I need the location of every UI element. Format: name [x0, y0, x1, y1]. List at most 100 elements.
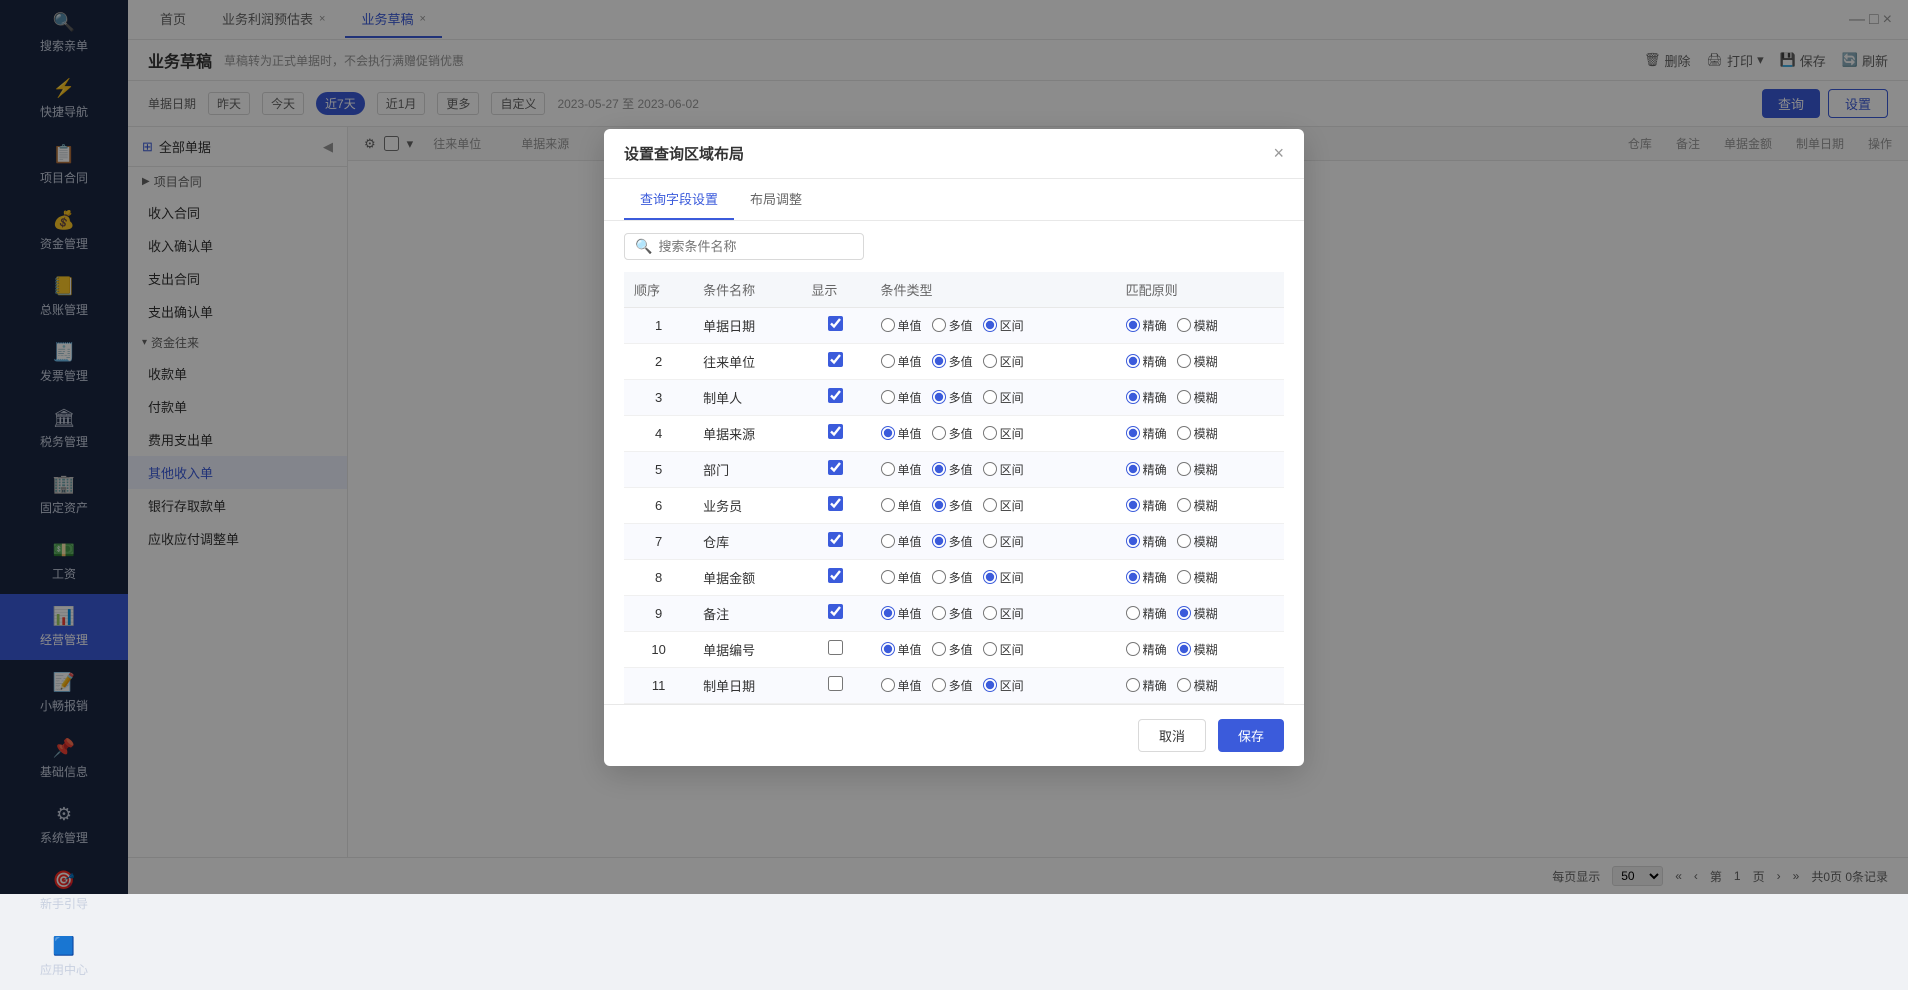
radio-range[interactable]: [983, 606, 997, 620]
radio-label-fuzzy[interactable]: 模糊: [1177, 677, 1218, 694]
radio-fuzzy[interactable]: [1177, 534, 1191, 548]
radio-multi[interactable]: [932, 390, 946, 404]
radio-single[interactable]: [881, 570, 895, 584]
radio-range[interactable]: [983, 570, 997, 584]
radio-label-single[interactable]: 单值: [881, 569, 922, 586]
radio-label-fuzzy[interactable]: 模糊: [1177, 569, 1218, 586]
radio-label-single[interactable]: 单值: [881, 389, 922, 406]
radio-exact[interactable]: [1126, 642, 1140, 656]
radio-label-range[interactable]: 区间: [983, 533, 1024, 550]
radio-label-fuzzy[interactable]: 模糊: [1177, 533, 1218, 550]
radio-multi[interactable]: [932, 498, 946, 512]
radio-label-multi[interactable]: 多值: [932, 497, 973, 514]
radio-single[interactable]: [881, 642, 895, 656]
cancel-button[interactable]: 取消: [1138, 719, 1206, 752]
radio-range[interactable]: [983, 318, 997, 332]
display-checkbox[interactable]: [828, 604, 843, 619]
display-checkbox[interactable]: [828, 640, 843, 655]
sidebar-item-apps[interactable]: 🟦 应用中心: [0, 924, 128, 990]
radio-label-multi[interactable]: 多值: [932, 389, 973, 406]
radio-single[interactable]: [881, 390, 895, 404]
radio-label-range[interactable]: 区间: [983, 461, 1024, 478]
radio-single[interactable]: [881, 498, 895, 512]
display-checkbox[interactable]: [828, 532, 843, 547]
radio-fuzzy[interactable]: [1177, 462, 1191, 476]
radio-label-fuzzy[interactable]: 模糊: [1177, 317, 1218, 334]
radio-single[interactable]: [881, 354, 895, 368]
display-checkbox[interactable]: [828, 496, 843, 511]
radio-label-range[interactable]: 区间: [983, 425, 1024, 442]
radio-multi[interactable]: [932, 678, 946, 692]
radio-label-exact[interactable]: 精确: [1126, 641, 1167, 658]
radio-single[interactable]: [881, 678, 895, 692]
radio-range[interactable]: [983, 678, 997, 692]
radio-label-single[interactable]: 单值: [881, 497, 922, 514]
radio-label-multi[interactable]: 多值: [932, 677, 973, 694]
radio-fuzzy[interactable]: [1177, 498, 1191, 512]
radio-label-range[interactable]: 区间: [983, 389, 1024, 406]
display-checkbox[interactable]: [828, 424, 843, 439]
radio-range[interactable]: [983, 642, 997, 656]
radio-label-single[interactable]: 单值: [881, 353, 922, 370]
radio-label-multi[interactable]: 多值: [932, 569, 973, 586]
radio-label-fuzzy[interactable]: 模糊: [1177, 353, 1218, 370]
radio-label-multi[interactable]: 多值: [932, 641, 973, 658]
radio-fuzzy[interactable]: [1177, 606, 1191, 620]
radio-single[interactable]: [881, 462, 895, 476]
display-checkbox[interactable]: [828, 460, 843, 475]
radio-label-single[interactable]: 单值: [881, 533, 922, 550]
radio-label-range[interactable]: 区间: [983, 641, 1024, 658]
radio-exact[interactable]: [1126, 426, 1140, 440]
radio-fuzzy[interactable]: [1177, 390, 1191, 404]
radio-exact[interactable]: [1126, 678, 1140, 692]
radio-label-fuzzy[interactable]: 模糊: [1177, 425, 1218, 442]
radio-label-single[interactable]: 单值: [881, 425, 922, 442]
radio-label-exact[interactable]: 精确: [1126, 497, 1167, 514]
radio-exact[interactable]: [1126, 534, 1140, 548]
radio-label-range[interactable]: 区间: [983, 569, 1024, 586]
radio-multi[interactable]: [932, 606, 946, 620]
radio-label-exact[interactable]: 精确: [1126, 461, 1167, 478]
radio-label-multi[interactable]: 多值: [932, 533, 973, 550]
radio-label-single[interactable]: 单值: [881, 677, 922, 694]
radio-range[interactable]: [983, 534, 997, 548]
radio-single[interactable]: [881, 426, 895, 440]
radio-label-exact[interactable]: 精确: [1126, 425, 1167, 442]
radio-range[interactable]: [983, 426, 997, 440]
radio-label-fuzzy[interactable]: 模糊: [1177, 497, 1218, 514]
radio-fuzzy[interactable]: [1177, 318, 1191, 332]
radio-label-exact[interactable]: 精确: [1126, 353, 1167, 370]
search-input[interactable]: [658, 239, 853, 254]
radio-label-range[interactable]: 区间: [983, 353, 1024, 370]
radio-range[interactable]: [983, 354, 997, 368]
radio-label-multi[interactable]: 多值: [932, 461, 973, 478]
radio-fuzzy[interactable]: [1177, 570, 1191, 584]
modal-tab-layout[interactable]: 布局调整: [734, 179, 818, 220]
radio-label-multi[interactable]: 多值: [932, 317, 973, 334]
modal-save-button[interactable]: 保存: [1218, 719, 1284, 752]
display-checkbox[interactable]: [828, 676, 843, 691]
display-checkbox[interactable]: [828, 316, 843, 331]
radio-single[interactable]: [881, 534, 895, 548]
radio-label-single[interactable]: 单值: [881, 461, 922, 478]
radio-label-range[interactable]: 区间: [983, 317, 1024, 334]
radio-multi[interactable]: [932, 570, 946, 584]
radio-multi[interactable]: [932, 534, 946, 548]
radio-label-single[interactable]: 单值: [881, 605, 922, 622]
radio-label-multi[interactable]: 多值: [932, 605, 973, 622]
radio-exact[interactable]: [1126, 606, 1140, 620]
display-checkbox[interactable]: [828, 352, 843, 367]
display-checkbox[interactable]: [828, 568, 843, 583]
radio-range[interactable]: [983, 498, 997, 512]
radio-multi[interactable]: [932, 426, 946, 440]
radio-label-single[interactable]: 单值: [881, 317, 922, 334]
radio-multi[interactable]: [932, 462, 946, 476]
radio-label-fuzzy[interactable]: 模糊: [1177, 461, 1218, 478]
radio-label-fuzzy[interactable]: 模糊: [1177, 605, 1218, 622]
radio-range[interactable]: [983, 462, 997, 476]
radio-exact[interactable]: [1126, 354, 1140, 368]
radio-exact[interactable]: [1126, 570, 1140, 584]
radio-exact[interactable]: [1126, 462, 1140, 476]
radio-label-fuzzy[interactable]: 模糊: [1177, 389, 1218, 406]
radio-label-exact[interactable]: 精确: [1126, 677, 1167, 694]
